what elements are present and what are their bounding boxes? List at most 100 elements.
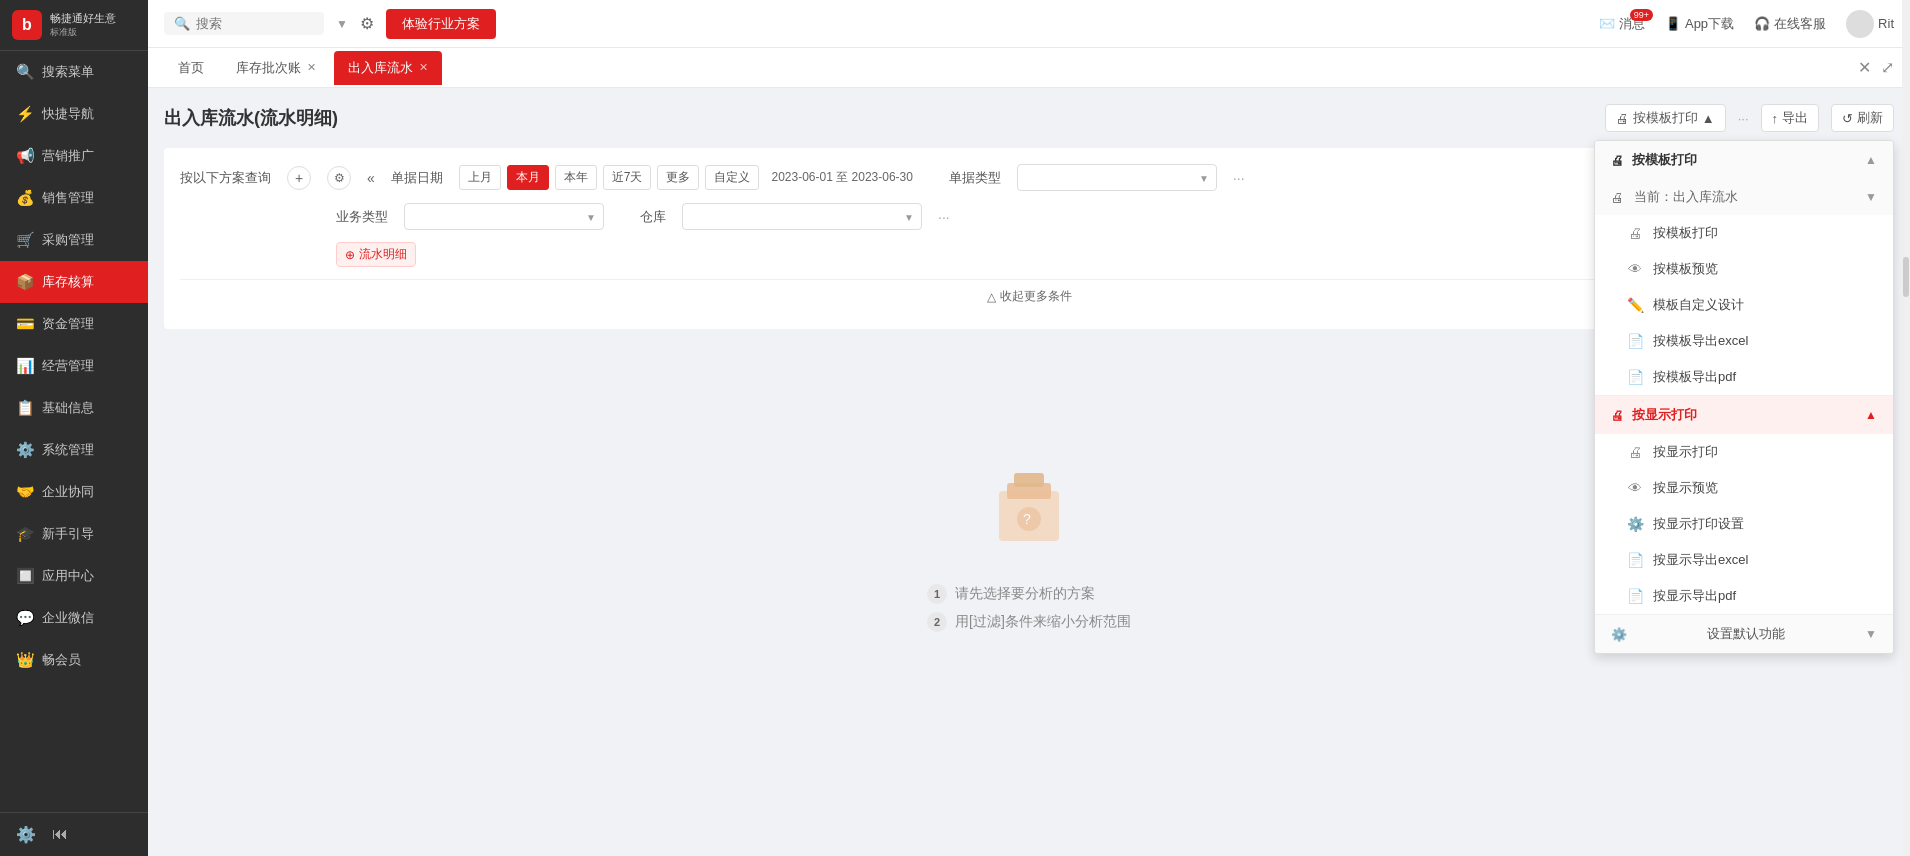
date-more[interactable]: 更多 bbox=[657, 165, 699, 190]
sidebar-item-purchase[interactable]: 🛒采购管理 bbox=[0, 219, 148, 261]
topbar-right: ✉️ 消息 99+ 📱 App下载 🎧 在线客服 Rit bbox=[1599, 10, 1894, 38]
action-dots[interactable]: ··· bbox=[1738, 111, 1749, 126]
close-window-icon[interactable]: ✕ bbox=[1858, 58, 1871, 77]
empty-illustration: ? bbox=[979, 461, 1079, 584]
sidebar-item-basic[interactable]: 📋基础信息 bbox=[0, 387, 148, 429]
doc-type-more-icon[interactable]: ··· bbox=[1233, 170, 1245, 186]
sidebar-item-guide[interactable]: 🎓新手引导 bbox=[0, 513, 148, 555]
display-print-item[interactable]: 🖨 按显示打印 bbox=[1595, 434, 1893, 470]
preview-icon: 👁 bbox=[1627, 261, 1643, 277]
display-print-section-title: 🖨 按显示打印 bbox=[1611, 406, 1697, 424]
sidebar-item-collab[interactable]: 🤝企业协同 bbox=[0, 471, 148, 513]
date-last-7-days[interactable]: 近7天 bbox=[603, 165, 652, 190]
sidebar-label-collab: 企业协同 bbox=[42, 483, 94, 501]
tab-stock-flow[interactable]: 出入库流水 ✕ bbox=[334, 51, 442, 85]
warehouse-more-icon[interactable]: ··· bbox=[938, 209, 950, 225]
sidebar-item-inventory[interactable]: 📦库存核算 bbox=[0, 261, 148, 303]
dropdown-footer[interactable]: ⚙️ 设置默认功能 ▼ bbox=[1595, 615, 1893, 653]
sidebar-label-system: 系统管理 bbox=[42, 441, 94, 459]
collapse-button[interactable]: △ 收起更多条件 bbox=[987, 288, 1072, 305]
date-current-month[interactable]: 本月 bbox=[507, 165, 549, 190]
filter-setting-button[interactable]: ⚙ bbox=[327, 166, 351, 190]
topbar-gear-icon[interactable]: ⚙ bbox=[360, 14, 374, 33]
tab-stock-flow-close[interactable]: ✕ bbox=[419, 61, 428, 74]
date-last-month[interactable]: 上月 bbox=[459, 165, 501, 190]
collapse-icon[interactable]: ⏮ bbox=[52, 825, 68, 844]
trial-button[interactable]: 体验行业方案 bbox=[386, 9, 496, 39]
maximize-window-icon[interactable]: ⤢ bbox=[1881, 58, 1894, 77]
template-print-section-header[interactable]: 🖨 按模板打印 ▲ bbox=[1595, 141, 1893, 179]
template-print-section: 🖨 按模板打印 ▲ 🖨 当前：出入库流水 ▼ bbox=[1595, 141, 1893, 396]
template-export-pdf-item[interactable]: 📄 按模板导出pdf bbox=[1595, 359, 1893, 395]
template-export-excel-item[interactable]: 📄 按模板导出excel bbox=[1595, 323, 1893, 359]
sidebar-item-system[interactable]: ⚙️系统管理 bbox=[0, 429, 148, 471]
date-current-year[interactable]: 本年 bbox=[555, 165, 597, 190]
empty-step-2: 2 用[过滤]条件来缩小分析范围 bbox=[927, 612, 1131, 632]
display-export-pdf-item[interactable]: 📄 按显示导出pdf bbox=[1595, 578, 1893, 614]
date-range-text: 2023-06-01 至 2023-06-30 bbox=[771, 169, 912, 186]
page-actions: 🖨 按模板打印 ▲ ··· ↑ 导出 ↺ 刷新 bbox=[1605, 104, 1894, 132]
right-scrollbar bbox=[1902, 0, 1910, 856]
online-service-button[interactable]: 🎧 在线客服 bbox=[1754, 15, 1826, 33]
template-print-section-title: 🖨 按模板打印 bbox=[1611, 151, 1697, 169]
display-print-section-header[interactable]: 🖨 按显示打印 ▲ bbox=[1595, 396, 1893, 434]
display-export-excel-item[interactable]: 📄 按显示导出excel bbox=[1595, 542, 1893, 578]
topbar: 🔍 ▼ ⚙ 体验行业方案 ✉️ 消息 99+ 📱 App下载 🎧 在线客服 bbox=[148, 0, 1910, 48]
doc-type-label: 单据类型 bbox=[949, 169, 1001, 187]
sidebar-icon-inventory: 📦 bbox=[16, 273, 34, 291]
refresh-button[interactable]: ↺ 刷新 bbox=[1831, 104, 1894, 132]
warehouse-select[interactable] bbox=[682, 203, 922, 230]
sidebar-label-sales: 销售管理 bbox=[42, 189, 94, 207]
search-input[interactable] bbox=[196, 16, 296, 31]
sidebar-item-sales[interactable]: 💰销售管理 bbox=[0, 177, 148, 219]
sidebar-item-marketing[interactable]: 📢营销推广 bbox=[0, 135, 148, 177]
sidebar-item-finance[interactable]: 💳资金管理 bbox=[0, 303, 148, 345]
current-template-icon: 🖨 bbox=[1611, 190, 1624, 205]
search-box[interactable]: 🔍 bbox=[164, 12, 324, 35]
sidebar-item-operation[interactable]: 📊经营管理 bbox=[0, 345, 148, 387]
sidebar-item-apps[interactable]: 🔲应用中心 bbox=[0, 555, 148, 597]
tab-batch-account-close[interactable]: ✕ bbox=[307, 61, 316, 74]
display-print-settings-item[interactable]: ⚙️ 按显示打印设置 bbox=[1595, 506, 1893, 542]
app-download-button[interactable]: 📱 App下载 bbox=[1665, 15, 1734, 33]
date-custom[interactable]: 自定义 bbox=[705, 165, 759, 190]
tab-batch-account[interactable]: 库存批次账 ✕ bbox=[222, 51, 330, 85]
settings-icon[interactable]: ⚙️ bbox=[16, 825, 36, 844]
search-dropdown-icon[interactable]: ▼ bbox=[336, 17, 348, 31]
sidebar-label-operation: 经营管理 bbox=[42, 357, 94, 375]
filter-label: 按以下方案查询 bbox=[180, 169, 271, 187]
filter-collapse-button[interactable]: « bbox=[367, 170, 375, 186]
sidebar-item-search[interactable]: 🔍搜索菜单 bbox=[0, 51, 148, 93]
template-custom-item[interactable]: ✏️ 模板自定义设计 bbox=[1595, 287, 1893, 323]
sidebar-icon-quick-nav: ⚡ bbox=[16, 105, 34, 123]
right-scrollbar-thumb[interactable] bbox=[1903, 257, 1909, 297]
template-print-item[interactable]: 🖨 按模板打印 bbox=[1595, 215, 1893, 251]
current-template-item[interactable]: 🖨 当前：出入库流水 ▼ bbox=[1595, 179, 1893, 215]
doc-type-select[interactable] bbox=[1017, 164, 1217, 191]
print-button[interactable]: 🖨 按模板打印 ▲ bbox=[1605, 104, 1726, 132]
template-preview-item[interactable]: 👁 按模板预览 bbox=[1595, 251, 1893, 287]
messages-button[interactable]: ✉️ 消息 99+ bbox=[1599, 15, 1645, 33]
sidebar-icon-guide: 🎓 bbox=[16, 525, 34, 543]
filter-add-button[interactable]: + bbox=[287, 166, 311, 190]
phone-icon: 📱 bbox=[1665, 16, 1681, 31]
sidebar-icon-marketing: 📢 bbox=[16, 147, 34, 165]
sidebar-label-finance: 资金管理 bbox=[42, 315, 94, 333]
display-preview-item[interactable]: 👁 按显示预览 bbox=[1595, 470, 1893, 506]
business-type-select[interactable] bbox=[404, 203, 604, 230]
sidebar-item-vip[interactable]: 👑畅会员 bbox=[0, 639, 148, 681]
sidebar-label-basic: 基础信息 bbox=[42, 399, 94, 417]
filter-tag-item[interactable]: ⊕ 流水明细 bbox=[336, 242, 416, 267]
export-button[interactable]: ↑ 导出 bbox=[1761, 104, 1820, 132]
display-preview-icon: 👁 bbox=[1627, 480, 1643, 496]
sidebar-item-quick-nav[interactable]: ⚡快捷导航 bbox=[0, 93, 148, 135]
tab-home[interactable]: 首页 bbox=[164, 51, 218, 85]
sidebar-item-wechat[interactable]: 💬企业微信 bbox=[0, 597, 148, 639]
sidebar-label-vip: 畅会员 bbox=[42, 651, 81, 669]
content-area: 出入库流水(流水明细) 🖨 按模板打印 ▲ ··· ↑ 导出 ↺ 刷新 bbox=[148, 88, 1910, 856]
business-type-select-wrapper bbox=[404, 203, 604, 230]
business-type-label: 业务类型 bbox=[336, 208, 388, 226]
user-profile[interactable]: Rit bbox=[1846, 10, 1894, 38]
date-filter-label: 单据日期 bbox=[391, 169, 443, 187]
app-logo: b 畅捷通好生意 标准版 bbox=[0, 0, 148, 51]
